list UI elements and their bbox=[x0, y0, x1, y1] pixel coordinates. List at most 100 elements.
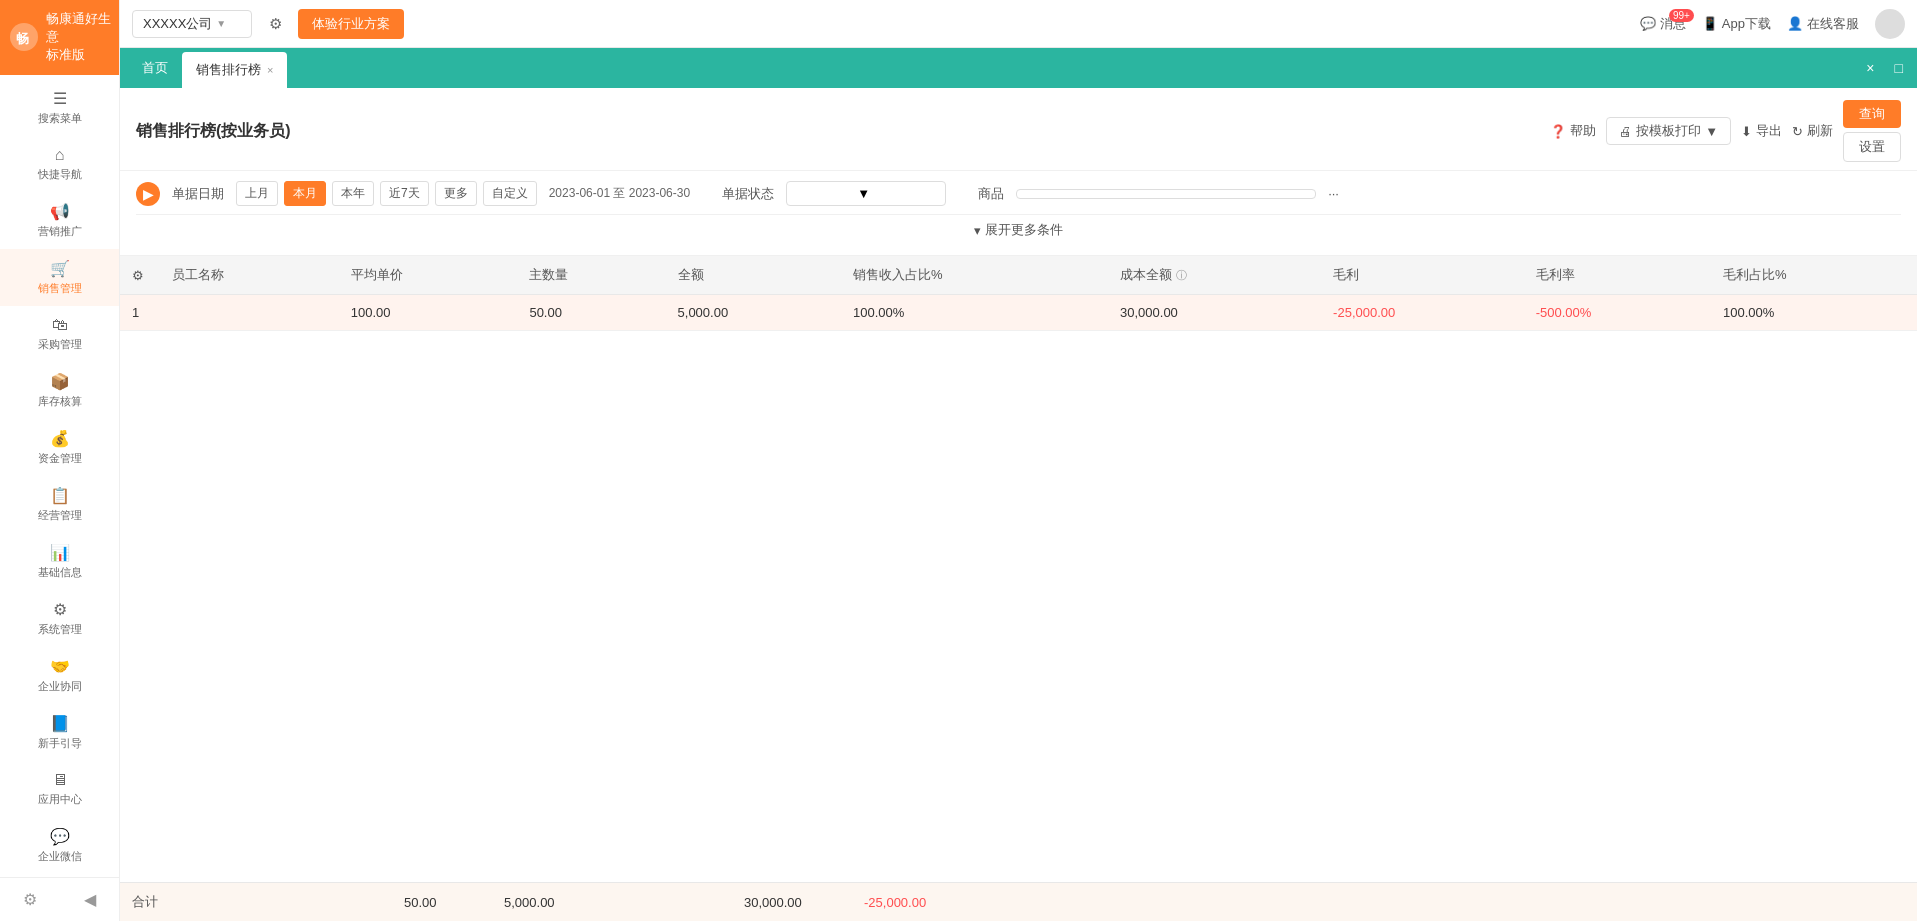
sidebar-item-wechat[interactable]: 💬 企业微信 bbox=[0, 817, 119, 874]
settings-button[interactable]: 设置 bbox=[1843, 132, 1901, 162]
sidebar-item-enterprise[interactable]: 🤝 企业协同 bbox=[0, 647, 119, 704]
sidebar-item-sales[interactable]: 🛒 销售管理 bbox=[0, 249, 119, 306]
enterprise-icon: 🤝 bbox=[50, 657, 70, 676]
sidebar-item-label: 系统管理 bbox=[38, 622, 82, 637]
cost-info-icon: ⓘ bbox=[1176, 269, 1187, 281]
trial-button[interactable]: 体验行业方案 bbox=[298, 9, 404, 39]
sidebar-item-system[interactable]: ⚙ 系统管理 bbox=[0, 590, 119, 647]
more-filters-btn[interactable]: ··· bbox=[1328, 186, 1339, 201]
main-area: XXXXX公司 ▼ ⚙ 体验行业方案 💬 消息 99+ 📱 App下载 👤 在线… bbox=[120, 0, 1917, 921]
sidebar-item-label: 企业协同 bbox=[38, 679, 82, 694]
col-gross-pct: 毛利占比% bbox=[1711, 256, 1917, 295]
logo-icon: 畅 bbox=[8, 21, 40, 53]
company-select[interactable]: XXXXX公司 ▼ bbox=[132, 10, 252, 38]
settings-gear-button[interactable]: ⚙ bbox=[260, 9, 290, 39]
more-date-btn[interactable]: 更多 bbox=[435, 181, 477, 206]
collapse-icon[interactable]: ◀ bbox=[76, 886, 104, 913]
col-amount: 全额 bbox=[666, 256, 841, 295]
table-footer: 合计 50.00 5,000.00 30,000.00 -25,000.00 bbox=[120, 882, 1917, 921]
sidebar-item-guide[interactable]: 📘 新手引导 bbox=[0, 704, 119, 761]
col-gross-rate: 毛利率 bbox=[1524, 256, 1711, 295]
col-cost: 成本全额 ⓘ bbox=[1108, 256, 1321, 295]
query-button[interactable]: 查询 bbox=[1843, 100, 1901, 128]
this-month-btn[interactable]: 本月 bbox=[284, 181, 326, 206]
app-download-button[interactable]: 📱 App下载 bbox=[1702, 15, 1771, 33]
cell-sales-pct: 100.00% bbox=[841, 295, 1108, 331]
sidebar-item-label: 快捷导航 bbox=[38, 167, 82, 182]
tab-home[interactable]: 首页 bbox=[128, 48, 182, 88]
print-icon: 🖨 bbox=[1619, 124, 1632, 139]
print-button[interactable]: 🖨 按模板打印 ▼ bbox=[1606, 117, 1731, 145]
cell-gross-pct: 100.00% bbox=[1711, 295, 1917, 331]
export-button[interactable]: ⬇ 导出 bbox=[1741, 122, 1782, 140]
status-select[interactable]: ▼ bbox=[786, 181, 946, 206]
expand-filters-button[interactable]: ▾ 展开更多条件 bbox=[136, 214, 1901, 245]
sidebar-item-label: 销售管理 bbox=[38, 281, 82, 296]
tab-bar: 首页 销售排行榜 × × □ bbox=[120, 48, 1917, 88]
col-employee: 员工名称 bbox=[160, 256, 339, 295]
footer-amount: 5,000.00 bbox=[492, 895, 612, 910]
refresh-button[interactable]: ↻ 刷新 bbox=[1792, 122, 1833, 140]
service-icon: 👤 bbox=[1787, 16, 1803, 31]
appcenter-icon: 🖥 bbox=[52, 771, 68, 789]
goods-filter-input[interactable] bbox=[1016, 189, 1316, 199]
sidebar-item-operation[interactable]: 📋 经营管理 bbox=[0, 476, 119, 533]
sidebar-item-label: 库存核算 bbox=[38, 394, 82, 409]
custom-date-btn[interactable]: 自定义 bbox=[483, 181, 537, 206]
page-title: 销售排行榜(按业务员) bbox=[136, 121, 1550, 142]
sidebar-item-marketing[interactable]: 📢 营销推广 bbox=[0, 192, 119, 249]
sidebar-item-finance[interactable]: 💰 资金管理 bbox=[0, 419, 119, 476]
status-filter-label: 单据状态 bbox=[722, 185, 774, 203]
query-btn-group: 查询 设置 bbox=[1843, 100, 1901, 162]
table-area: ⚙ 员工名称 平均单价 主数量 全额 销售收入占比% 成本全额 ⓘ 毛利 毛利率… bbox=[120, 256, 1917, 882]
purchase-icon: 🛍 bbox=[52, 316, 68, 334]
cell-amount: 5,000.00 bbox=[666, 295, 841, 331]
tab-minimize-button[interactable]: × bbox=[1860, 58, 1880, 78]
logo-text-line1: 畅康通好生意 bbox=[46, 10, 111, 46]
online-service-button[interactable]: 👤 在线客服 bbox=[1787, 15, 1859, 33]
tab-maximize-button[interactable]: □ bbox=[1889, 58, 1909, 78]
print-chevron-icon: ▼ bbox=[1705, 124, 1718, 139]
home-icon: ⌂ bbox=[55, 146, 65, 164]
this-year-btn[interactable]: 本年 bbox=[332, 181, 374, 206]
inventory-icon: 📦 bbox=[50, 372, 70, 391]
cell-cost: 30,000.00 bbox=[1108, 295, 1321, 331]
status-select-chevron: ▼ bbox=[857, 186, 870, 201]
last-7days-btn[interactable]: 近7天 bbox=[380, 181, 429, 206]
sidebar-item-label: 搜索菜单 bbox=[38, 111, 82, 126]
sidebar-item-inventory[interactable]: 📦 库存核算 bbox=[0, 362, 119, 419]
footer-total-label: 合计 bbox=[132, 893, 332, 911]
tab-sales-rank[interactable]: 销售排行榜 × bbox=[182, 52, 287, 88]
filter-toggle-button[interactable]: ▶ bbox=[136, 182, 160, 206]
footer-gross-profit: -25,000.00 bbox=[852, 895, 938, 910]
avatar[interactable] bbox=[1875, 9, 1905, 39]
col-gross-profit: 毛利 bbox=[1321, 256, 1524, 295]
settings-bottom-icon[interactable]: ⚙ bbox=[15, 886, 45, 913]
sales-icon: 🛒 bbox=[50, 259, 70, 278]
col-avg-price: 平均单价 bbox=[339, 256, 518, 295]
sidebar-item-nav[interactable]: ⌂ 快捷导航 bbox=[0, 136, 119, 192]
page-actions: ❓ 帮助 🖨 按模板打印 ▼ ⬇ 导出 ↻ 刷新 bbox=[1550, 100, 1901, 162]
sidebar-item-label: 营销推广 bbox=[38, 224, 82, 239]
sidebar-item-label: 新手引导 bbox=[38, 736, 82, 751]
message-button[interactable]: 💬 消息 99+ bbox=[1640, 15, 1686, 33]
last-month-btn[interactable]: 上月 bbox=[236, 181, 278, 206]
sidebar-item-appcenter[interactable]: 🖥 应用中心 bbox=[0, 761, 119, 817]
message-badge: 99+ bbox=[1669, 9, 1694, 22]
sidebar-item-search[interactable]: ☰ 搜索菜单 bbox=[0, 79, 119, 136]
sidebar-item-basic[interactable]: 📊 基础信息 bbox=[0, 533, 119, 590]
help-button[interactable]: ❓ 帮助 bbox=[1550, 122, 1596, 140]
export-icon: ⬇ bbox=[1741, 124, 1752, 139]
sidebar-nav: ☰ 搜索菜单 ⌂ 快捷导航 📢 营销推广 🛒 销售管理 🛍 采购管理 📦 库存核… bbox=[0, 75, 119, 877]
cell-gross-rate: -500.00% bbox=[1524, 295, 1711, 331]
sidebar-item-label: 应用中心 bbox=[38, 792, 82, 807]
data-table: ⚙ 员工名称 平均单价 主数量 全额 销售收入占比% 成本全额 ⓘ 毛利 毛利率… bbox=[120, 256, 1917, 331]
service-label: 在线客服 bbox=[1807, 15, 1859, 33]
tab-close-icon[interactable]: × bbox=[267, 64, 273, 76]
operation-icon: 📋 bbox=[50, 486, 70, 505]
footer-row: 合计 50.00 5,000.00 30,000.00 -25,000.00 bbox=[132, 893, 1905, 911]
cell-avg-price: 100.00 bbox=[339, 295, 518, 331]
col-qty: 主数量 bbox=[517, 256, 665, 295]
sidebar-item-purchase[interactable]: 🛍 采购管理 bbox=[0, 306, 119, 362]
tab-home-label: 首页 bbox=[142, 59, 168, 77]
